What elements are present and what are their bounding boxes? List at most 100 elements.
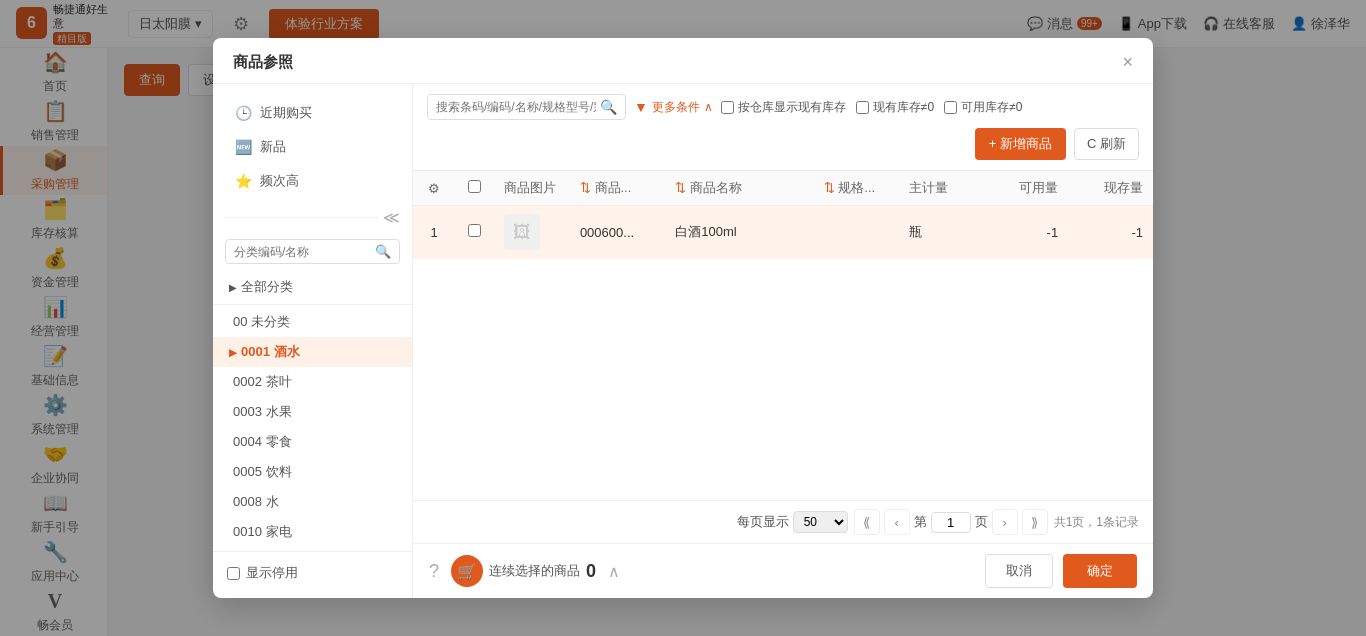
cat-item-fruit[interactable]: 0003 水果 bbox=[213, 397, 412, 427]
product-search-box: 🔍 bbox=[427, 94, 626, 120]
cat-separator bbox=[213, 304, 412, 305]
cat-label-beverage: 0005 饮料 bbox=[233, 463, 292, 481]
col-header-stock: 现存量 bbox=[1068, 171, 1153, 206]
check-avail-nonzero[interactable]: 可用库存≠0 bbox=[944, 99, 1022, 116]
sort-icon-spec: ⇅ bbox=[824, 180, 835, 195]
nav-label-frequent: 频次高 bbox=[260, 172, 299, 190]
check-stock-nonzero[interactable]: 现有库存≠0 bbox=[856, 99, 934, 116]
cat-item-water[interactable]: 0008 水 bbox=[213, 487, 412, 517]
row-spec bbox=[814, 206, 899, 259]
cart-area: 🛒 连续选择的商品 0 bbox=[451, 555, 596, 587]
page-nav: ⟪ ‹ 第 页 › ⟫ bbox=[854, 509, 1048, 535]
per-page-dropdown[interactable]: 50 100 200 bbox=[793, 511, 848, 533]
table-row[interactable]: 1 🖼 000600... 白酒100ml 瓶 bbox=[413, 206, 1153, 259]
table-header-row: ⚙ 商品图片 ⇅ 商品... ⇅ 商品名称 bbox=[413, 171, 1153, 206]
toolbar-btns: + 新增商品 C 刷新 bbox=[975, 128, 1139, 160]
per-page-select: 每页显示 50 100 200 bbox=[737, 511, 848, 533]
show-disabled-checkbox[interactable] bbox=[227, 567, 240, 580]
check-stock-nonzero-label: 现有库存≠0 bbox=[873, 99, 934, 116]
modal-sidebar-search: 🔍 bbox=[225, 239, 400, 264]
col-header-check[interactable] bbox=[455, 171, 493, 206]
nav-item-recent[interactable]: 🕒 近期购买 bbox=[225, 98, 400, 128]
nav-label-recent: 近期购买 bbox=[260, 104, 312, 122]
check-by-warehouse-label: 按仓库显示现有库存 bbox=[738, 99, 846, 116]
toolbar-checks: 按仓库显示现有库存 现有库存≠0 可用库存≠0 bbox=[721, 99, 1023, 116]
pagination: 每页显示 50 100 200 ⟪ ‹ 第 bbox=[413, 500, 1153, 543]
add-product-btn[interactable]: + 新增商品 bbox=[975, 128, 1066, 160]
filter-btn[interactable]: ▼ 更多条件 ∧ bbox=[634, 99, 713, 116]
row-code: 000600... bbox=[570, 206, 665, 259]
search-icon[interactable]: 🔍 bbox=[600, 99, 617, 115]
cat-label-liquor: 0001 酒水 bbox=[241, 343, 300, 361]
page-input[interactable] bbox=[931, 512, 971, 533]
sort-icon-name: ⇅ bbox=[675, 180, 686, 195]
cat-item-appliance[interactable]: 0010 家电 bbox=[213, 517, 412, 547]
prev-page-btn[interactable]: ‹ bbox=[884, 509, 910, 535]
row-img: 🖼 bbox=[494, 206, 570, 259]
modal-overlay: 商品参照 × 🕒 近期购买 🆕 bbox=[0, 0, 1366, 636]
star-icon: ⭐ bbox=[235, 173, 252, 189]
cart-label: 连续选择的商品 bbox=[489, 562, 580, 580]
nav-item-new[interactable]: 🆕 新品 bbox=[225, 132, 400, 162]
col-header-unit: 主计量 bbox=[899, 171, 973, 206]
check-avail-nonzero-input[interactable] bbox=[944, 101, 957, 114]
cat-label-all: 全部分类 bbox=[241, 278, 293, 296]
row-avail: -1 bbox=[973, 206, 1068, 259]
chevron-icon: ∧ bbox=[704, 100, 713, 114]
row-num: 1 bbox=[413, 206, 455, 259]
cat-item-snack[interactable]: 0004 零食 bbox=[213, 427, 412, 457]
check-stock-nonzero-input[interactable] bbox=[856, 101, 869, 114]
product-table-wrap: ⚙ 商品图片 ⇅ 商品... ⇅ 商品名称 bbox=[413, 171, 1153, 500]
collapse-icon[interactable]: ≪ bbox=[379, 204, 404, 231]
footer-btns: 取消 确定 bbox=[985, 554, 1137, 588]
new-icon: 🆕 bbox=[235, 139, 252, 155]
select-all-checkbox[interactable] bbox=[468, 180, 481, 193]
show-disabled-label: 显示停用 bbox=[246, 564, 298, 582]
modal-body: 🕒 近期购买 🆕 新品 ⭐ 频次高 bbox=[213, 84, 1153, 598]
confirm-btn[interactable]: 确定 bbox=[1063, 554, 1137, 588]
row-check[interactable] bbox=[455, 206, 493, 259]
search-icon[interactable]: 🔍 bbox=[375, 244, 391, 259]
cat-item-all[interactable]: ▶ 全部分类 bbox=[213, 272, 412, 302]
modal-header: 商品参照 × bbox=[213, 38, 1153, 84]
last-page-btn[interactable]: ⟫ bbox=[1022, 509, 1048, 535]
check-by-warehouse-input[interactable] bbox=[721, 101, 734, 114]
check-by-warehouse[interactable]: 按仓库显示现有库存 bbox=[721, 99, 846, 116]
nav-item-frequent[interactable]: ⭐ 频次高 bbox=[225, 166, 400, 196]
cat-item-liquor[interactable]: ▶ 0001 酒水 bbox=[213, 337, 412, 367]
cancel-btn[interactable]: 取消 bbox=[985, 554, 1053, 588]
row-checkbox[interactable] bbox=[468, 224, 481, 237]
refresh-btn[interactable]: C 刷新 bbox=[1074, 128, 1139, 160]
col-header-code[interactable]: ⇅ 商品... bbox=[570, 171, 665, 206]
page-label: 第 bbox=[914, 513, 927, 531]
col-header-img: 商品图片 bbox=[494, 171, 570, 206]
nav-label-new: 新品 bbox=[260, 138, 286, 156]
col-header-spec[interactable]: ⇅ 规格... bbox=[814, 171, 899, 206]
content-area: 查询 设置 商品参照 × 🕒 bbox=[108, 48, 1366, 636]
cart-count: 0 bbox=[586, 561, 596, 582]
page-suffix: 页 bbox=[975, 513, 988, 531]
col-header-settings[interactable]: ⚙ bbox=[413, 171, 455, 206]
category-list: ▶ 全部分类 00 未分类 ▶ 0001 酒水 bbox=[213, 272, 412, 551]
page-info: 共1页，1条记录 bbox=[1054, 514, 1139, 531]
cat-item-beverage[interactable]: 0005 饮料 bbox=[213, 457, 412, 487]
cat-item-uncategorized[interactable]: 00 未分类 bbox=[213, 307, 412, 337]
col-header-name[interactable]: ⇅ 商品名称 bbox=[665, 171, 813, 206]
sort-icon: ⇅ bbox=[580, 180, 591, 195]
collapse-icon[interactable]: ∧ bbox=[608, 562, 620, 581]
next-page-btn[interactable]: › bbox=[992, 509, 1018, 535]
modal-title: 商品参照 bbox=[233, 53, 293, 72]
sidebar-divider: ≪ bbox=[213, 204, 412, 235]
close-icon[interactable]: × bbox=[1122, 52, 1133, 73]
first-page-btn[interactable]: ⟪ bbox=[854, 509, 880, 535]
product-search-input[interactable] bbox=[436, 100, 596, 114]
row-stock: -1 bbox=[1068, 206, 1153, 259]
cat-item-tea[interactable]: 0002 茶叶 bbox=[213, 367, 412, 397]
category-search-input[interactable] bbox=[234, 245, 371, 259]
cart-icon: 🛒 bbox=[451, 555, 483, 587]
help-icon[interactable]: ? bbox=[429, 561, 439, 582]
product-image: 🖼 bbox=[504, 214, 540, 250]
filter-label: 更多条件 bbox=[652, 99, 700, 116]
modal-toolbar: 🔍 ▼ 更多条件 ∧ 按仓库显示现有库存 bbox=[413, 84, 1153, 171]
cat-label-snack: 0004 零食 bbox=[233, 433, 292, 451]
